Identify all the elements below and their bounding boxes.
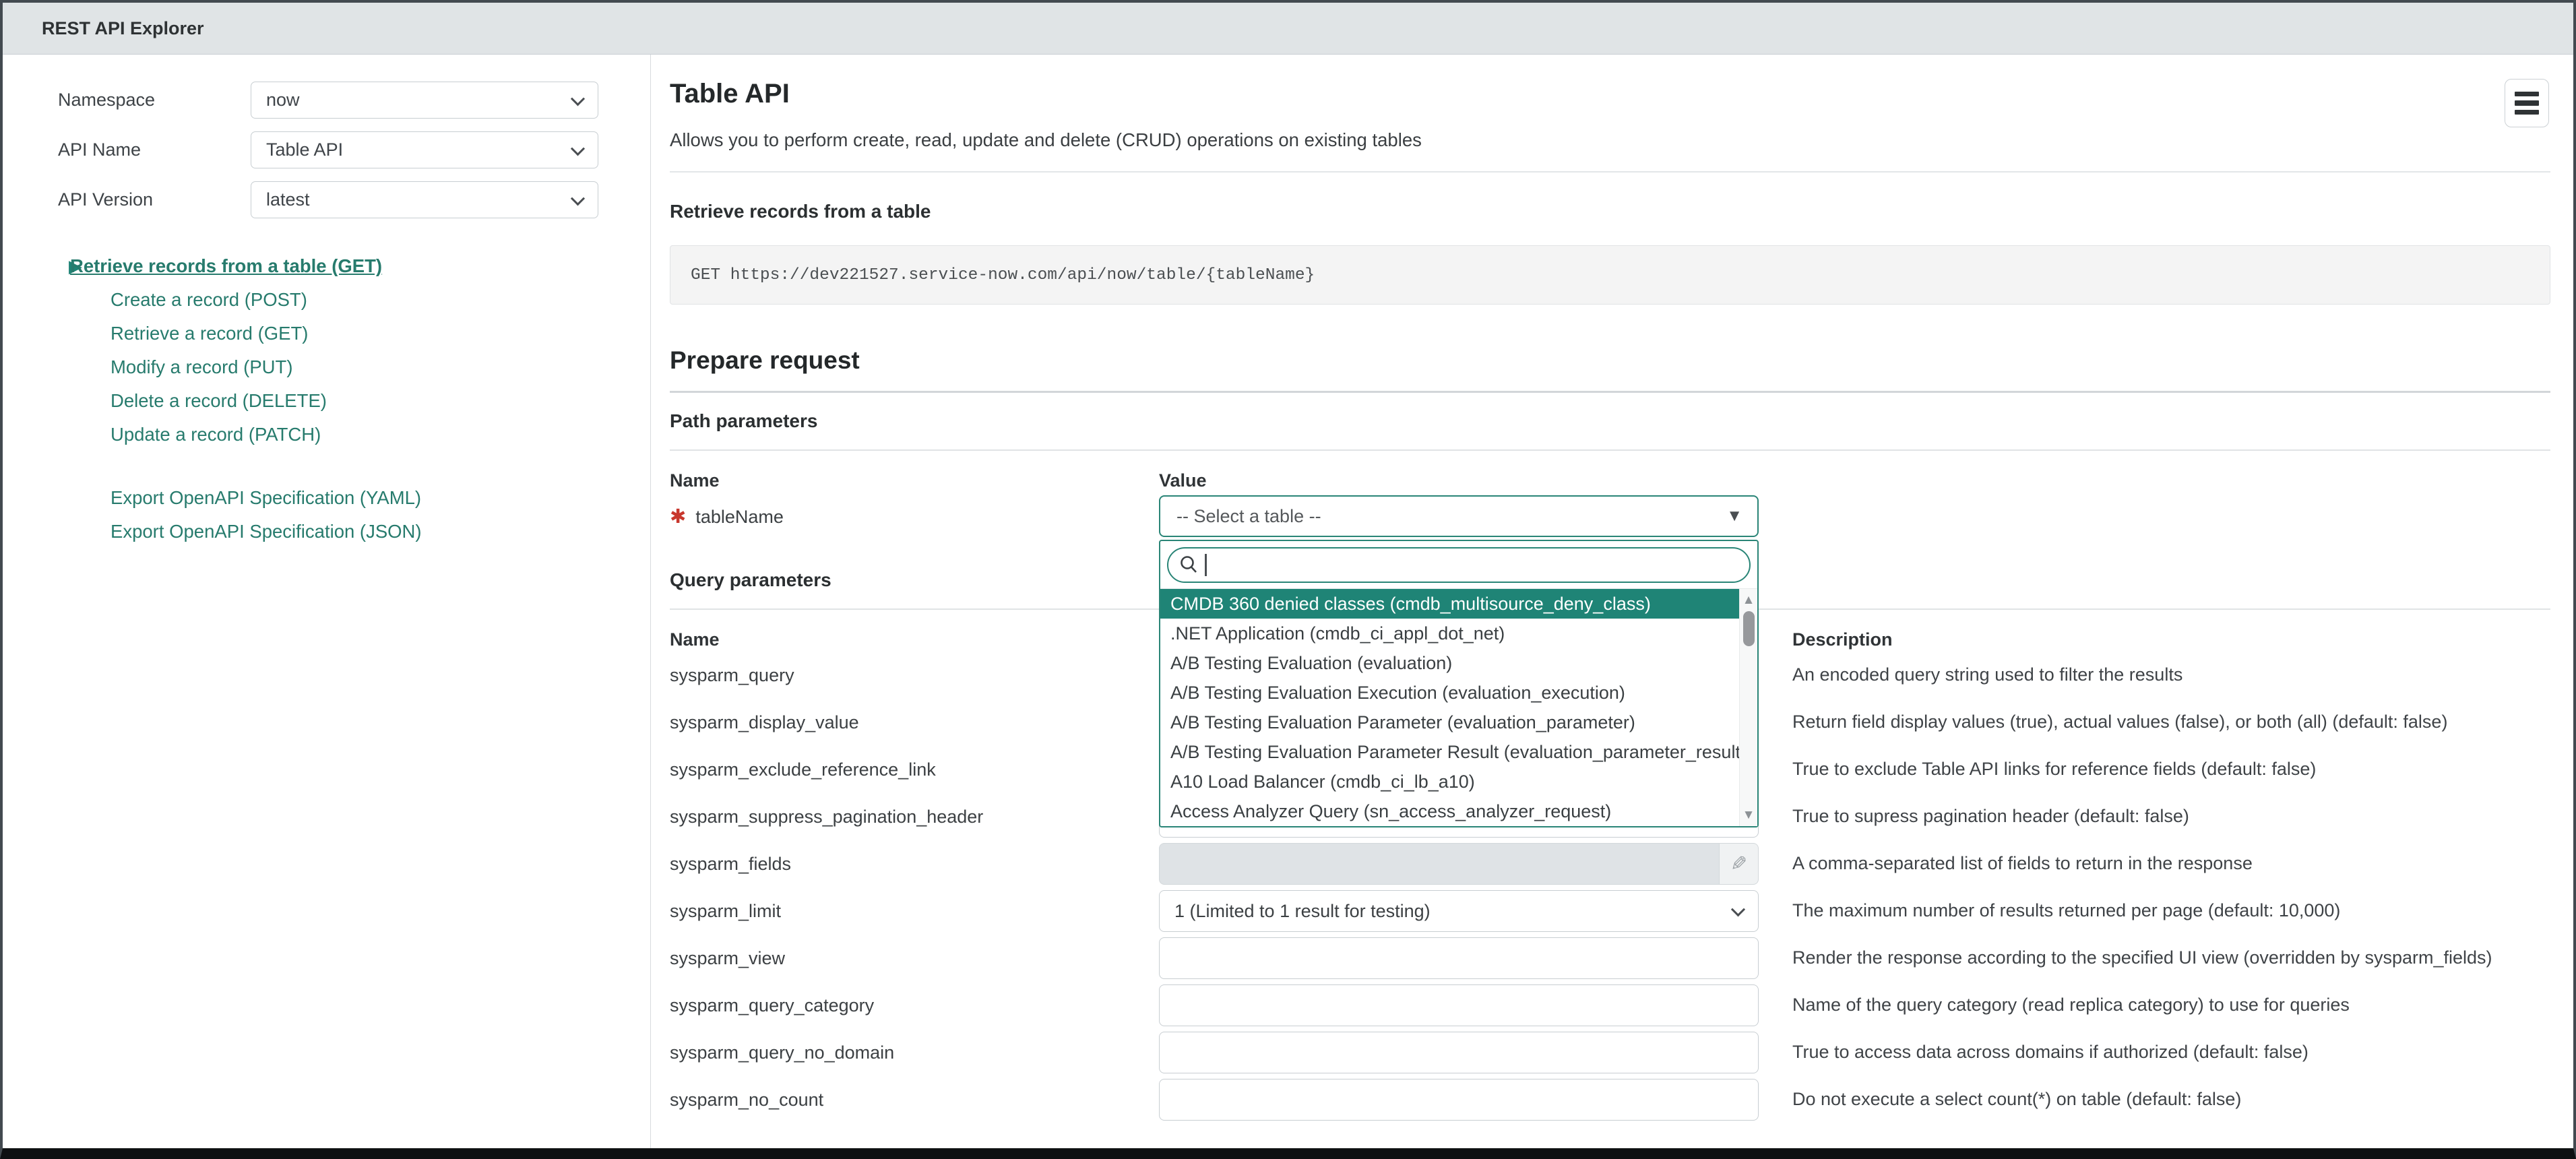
dropdown-scrollbar[interactable]: ▲ ▼ xyxy=(1739,589,1757,826)
api-name-select[interactable]: Table API xyxy=(251,131,598,168)
table-select-value: -- Select a table -- xyxy=(1176,506,1321,527)
sysparm-fields-control: ✎ xyxy=(1159,843,1759,885)
required-asterisk-icon: ✱ xyxy=(670,506,686,528)
divider xyxy=(670,449,2550,451)
divider xyxy=(670,391,2550,393)
scrollbar-thumb[interactable] xyxy=(1743,611,1755,646)
query-param-row: sysparm_no_count Do not execute a select… xyxy=(670,1076,2550,1123)
export-links: Export OpenAPI Specification (YAML) Expo… xyxy=(3,481,650,549)
pencil-icon: ✎ xyxy=(1730,852,1747,876)
dropdown-option[interactable]: A/B Testing Evaluation Execution (evalua… xyxy=(1160,678,1739,708)
nav-item-create-record[interactable]: Create a record (POST) xyxy=(111,289,307,311)
api-version-value: latest xyxy=(266,189,310,210)
export-json-link[interactable]: Export OpenAPI Specification (JSON) xyxy=(111,521,422,542)
dropdown-option[interactable]: A10 Load Balancer (cmdb_ci_lb_a10) xyxy=(1160,767,1739,796)
nav-active-arrow-icon: ▶ xyxy=(3,256,69,277)
operation-heading: Retrieve records from a table xyxy=(670,201,2550,222)
chevron-down-icon xyxy=(1731,902,1745,916)
query-param-row: sysparm_query_no_domain True to access d… xyxy=(670,1029,2550,1076)
nav-active-row: ▶ Retrieve records from a table (GET) xyxy=(3,249,650,283)
sidebar: Namespace now API Name Table API API Ver… xyxy=(3,55,651,1148)
request-url-box: GET https://dev221527.service-now.com/ap… xyxy=(670,245,2550,305)
nav-item-update-record[interactable]: Update a record (PATCH) xyxy=(111,424,321,445)
chevron-down-icon xyxy=(571,142,585,156)
edit-pencil-button[interactable]: ✎ xyxy=(1720,843,1759,885)
dropdown-search-input[interactable] xyxy=(1167,547,1751,583)
path-params-header: Name Value xyxy=(670,468,2550,493)
operations-nav: ▶ Retrieve records from a table (GET) Cr… xyxy=(3,249,650,549)
table-select[interactable]: -- Select a table -- ▼ xyxy=(1159,495,1759,537)
namespace-value: now xyxy=(266,90,300,111)
api-version-select[interactable]: latest xyxy=(251,181,598,218)
menu-button[interactable] xyxy=(2505,79,2549,127)
scroll-up-icon[interactable]: ▲ xyxy=(1742,594,1755,606)
api-description: Allows you to perform create, read, upda… xyxy=(670,129,2550,151)
dropdown-option[interactable]: A/B Testing Evaluation Parameter (evalua… xyxy=(1160,708,1739,737)
api-name-label: API Name xyxy=(58,139,251,160)
chevron-down-icon xyxy=(571,92,585,106)
sysparm-view-input[interactable] xyxy=(1159,937,1759,979)
nav-item-retrieve-records[interactable]: Retrieve records from a table (GET) xyxy=(70,255,382,277)
col-header-description: Description xyxy=(1792,629,2550,650)
table-select-dropdown: CMDB 360 denied classes (cmdb_multisourc… xyxy=(1159,540,1759,827)
param-name-tablename: ✱tableName xyxy=(670,505,1159,528)
scroll-down-icon[interactable]: ▼ xyxy=(1742,809,1755,821)
query-param-row: sysparm_fields ✎ A comma-separated list … xyxy=(670,840,2550,887)
api-title: Table API xyxy=(670,79,2550,109)
tablename-value-cell: -- Select a table -- ▼ xyxy=(1159,495,1759,537)
api-name-row: API Name Table API xyxy=(58,131,650,168)
request-url: GET https://dev221527.service-now.com/ap… xyxy=(691,266,1315,284)
search-icon xyxy=(1179,555,1200,576)
dropdown-search-zone xyxy=(1160,541,1757,583)
nav-item-retrieve-record[interactable]: Retrieve a record (GET) xyxy=(111,323,308,344)
api-name-value: Table API xyxy=(266,139,343,160)
sysparm-fields-input-disabled xyxy=(1159,843,1720,885)
rest-api-explorer-window: REST API Explorer Namespace now API Name… xyxy=(0,0,2576,1159)
nav-item-delete-record[interactable]: Delete a record (DELETE) xyxy=(111,390,327,412)
namespace-row: Namespace now xyxy=(58,82,650,119)
namespace-label: Namespace xyxy=(58,90,251,111)
sysparm-no-count-input[interactable] xyxy=(1159,1079,1759,1121)
dropdown-option[interactable]: A/B Testing Evaluation Parameter Result … xyxy=(1160,737,1739,767)
query-param-row: sysparm_view Render the response accordi… xyxy=(670,935,2550,982)
query-param-row: sysparm_query_category Name of the query… xyxy=(670,982,2550,1029)
sysparm-limit-value: 1 (Limited to 1 result for testing) xyxy=(1174,901,1431,922)
col-header-name: Name xyxy=(670,470,1159,491)
api-version-row: API Version latest xyxy=(58,181,650,218)
titlebar: REST API Explorer xyxy=(3,3,2573,55)
dropdown-arrow-icon: ▼ xyxy=(1726,507,1742,526)
divider xyxy=(670,171,2550,173)
chevron-down-icon xyxy=(571,191,585,206)
sysparm-query-category-input[interactable] xyxy=(1159,984,1759,1026)
nav-item-modify-record[interactable]: Modify a record (PUT) xyxy=(111,356,292,378)
dropdown-option[interactable]: CMDB 360 denied classes (cmdb_multisourc… xyxy=(1160,589,1739,619)
page-title: REST API Explorer xyxy=(42,18,204,39)
dropdown-option[interactable]: Access Analyzer Query (sn_access_analyze… xyxy=(1160,796,1739,826)
query-param-row: sysparm_limit 1 (Limited to 1 result for… xyxy=(670,887,2550,935)
col-header-name: Name xyxy=(670,629,1159,650)
text-caret xyxy=(1205,554,1207,576)
col-header-value: Value xyxy=(1159,470,1792,491)
dropdown-option[interactable]: A/B Testing Evaluation (evaluation) xyxy=(1160,648,1739,678)
dropdown-options: CMDB 360 denied classes (cmdb_multisourc… xyxy=(1160,588,1757,826)
content: Namespace now API Name Table API API Ver… xyxy=(3,55,2573,1148)
namespace-select[interactable]: now xyxy=(251,82,598,119)
api-version-label: API Version xyxy=(58,189,251,210)
dropdown-option[interactable]: .NET Application (cmdb_ci_appl_dot_net) xyxy=(1160,619,1739,648)
menu-icon xyxy=(2515,92,2539,97)
path-param-row-tablename: ✱tableName -- Select a table -- ▼ xyxy=(670,493,2550,540)
export-yaml-link[interactable]: Export OpenAPI Specification (YAML) xyxy=(111,487,421,509)
sysparm-limit-select[interactable]: 1 (Limited to 1 result for testing) xyxy=(1159,890,1759,932)
sysparm-query-no-domain-input[interactable] xyxy=(1159,1032,1759,1073)
path-parameters-heading: Path parameters xyxy=(670,410,2550,432)
prepare-request-heading: Prepare request xyxy=(670,346,2550,375)
main-panel: Table API Allows you to perform create, … xyxy=(651,55,2573,1148)
